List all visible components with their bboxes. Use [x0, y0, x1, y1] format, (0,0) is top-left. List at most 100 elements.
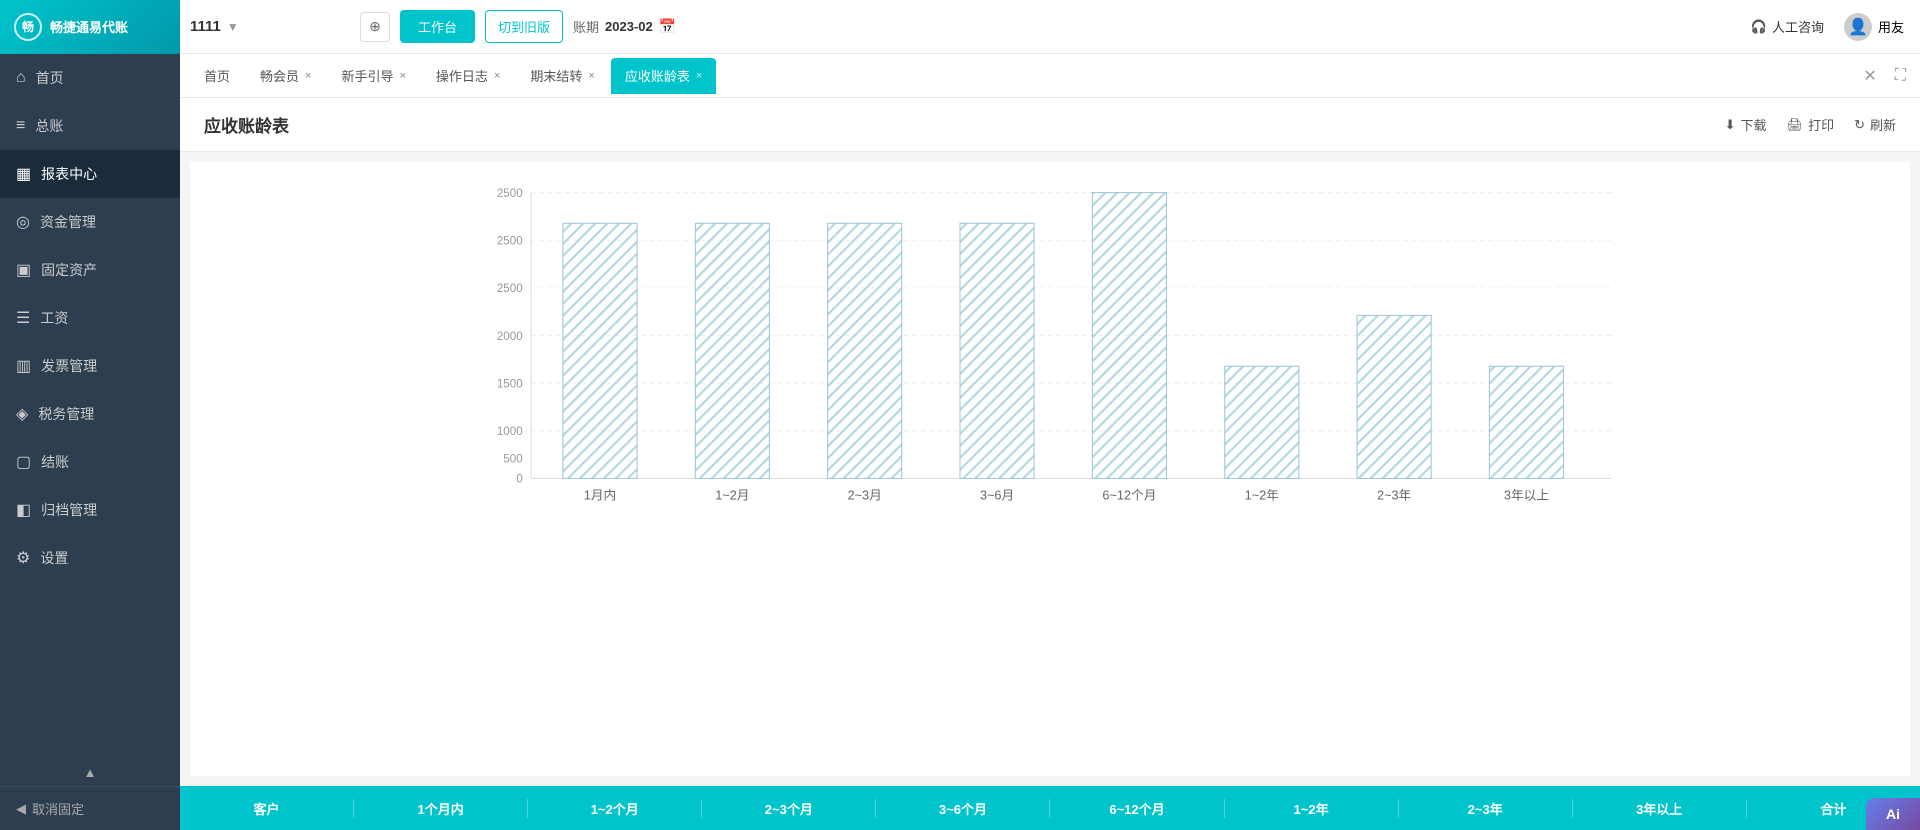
- company-selector[interactable]: 1111 ▼: [190, 18, 350, 35]
- tax-icon: ◈: [16, 404, 28, 424]
- consult-label: 人工咨询: [1772, 17, 1824, 36]
- tab-fullscreen-button[interactable]: ⛶: [1891, 63, 1910, 89]
- sidebar-scroll-down[interactable]: ▲: [0, 759, 180, 786]
- cancel-fixed-icon: ◀: [16, 801, 26, 817]
- assets-icon: ▣: [16, 260, 31, 280]
- svg-text:0: 0: [516, 473, 523, 486]
- sidebar: ⌂ 首页 ≡ 总账 ▦ 报表中心 ◎ 资金管理 ▣ 固定资产 ☰ 工资: [0, 54, 180, 830]
- tab-operation-log[interactable]: 操作日志 ×: [422, 58, 514, 94]
- top-header: 畅 畅捷通易代账 1111 ▼ ⊕ 工作台 切到旧版 账期 2023-02 📅 …: [0, 0, 1920, 54]
- tab-period-end-close[interactable]: ×: [588, 70, 594, 82]
- sidebar-scroll: ⌂ 首页 ≡ 总账 ▦ 报表中心 ◎ 资金管理 ▣ 固定资产 ☰ 工资: [0, 54, 180, 759]
- tab-aging-report[interactable]: 应收账龄表 ×: [611, 58, 716, 94]
- settlement-icon: ▢: [16, 452, 31, 472]
- sidebar-item-salary[interactable]: ☰ 工资: [0, 294, 180, 342]
- sidebar-item-fund-management[interactable]: ◎ 资金管理: [0, 198, 180, 246]
- user-area[interactable]: 👤 用友: [1844, 13, 1904, 41]
- tab-period-end-label: 期末结转: [530, 66, 582, 85]
- company-name: 1111: [190, 18, 221, 35]
- sidebar-item-archive[interactable]: ◧ 归档管理: [0, 486, 180, 534]
- footer-col-2-3year: 2~3年: [1399, 799, 1573, 818]
- sidebar-label-invoice: 发票管理: [41, 356, 97, 376]
- download-icon: ⬇: [1725, 117, 1736, 133]
- svg-text:1~2月: 1~2月: [715, 489, 749, 503]
- chart-container: 2500 2500 2500 2000 1500 1000 500 0: [210, 182, 1890, 542]
- sidebar-label-fixed-assets: 固定资产: [41, 260, 97, 280]
- period-area: 账期 2023-02 📅: [573, 17, 676, 36]
- svg-text:2500: 2500: [497, 282, 523, 295]
- ai-badge[interactable]: Ai: [1866, 798, 1920, 830]
- logo-area: 畅 畅捷通易代账: [0, 0, 180, 54]
- home-icon: ⌂: [16, 69, 26, 87]
- sidebar-label-salary: 工资: [40, 308, 68, 328]
- main-layout: ⌂ 首页 ≡ 总账 ▦ 报表中心 ◎ 资金管理 ▣ 固定资产 ☰ 工资: [0, 54, 1920, 830]
- svg-text:1500: 1500: [497, 377, 523, 390]
- sidebar-item-fixed-assets[interactable]: ▣ 固定资产: [0, 246, 180, 294]
- period-value: 2023-02: [605, 19, 653, 34]
- svg-text:3年以上: 3年以上: [1504, 489, 1549, 503]
- company-dropdown-icon: ▼: [227, 20, 239, 34]
- print-button[interactable]: 🖨 打印: [1787, 115, 1835, 134]
- tab-home[interactable]: 首页: [190, 58, 244, 94]
- svg-text:2~3年: 2~3年: [1377, 489, 1412, 503]
- sidebar-item-settings[interactable]: ⚙ 设置: [0, 534, 180, 582]
- workbench-button[interactable]: 工作台: [400, 10, 475, 43]
- tab-bar: 首页 畅会员 × 新手引导 × 操作日志 × 期末结转 × 应收账龄表 ×: [180, 54, 1920, 98]
- tab-aging-report-close[interactable]: ×: [696, 70, 702, 82]
- tab-guide[interactable]: 新手引导 ×: [327, 58, 419, 94]
- sidebar-label-settlement: 结账: [41, 452, 69, 472]
- refresh-button[interactable]: ↻ 刷新: [1854, 115, 1896, 134]
- page-header: 应收账龄表 ⬇ 下载 🖨 打印 ↻ 刷新: [180, 98, 1920, 152]
- tab-period-end[interactable]: 期末结转 ×: [516, 58, 608, 94]
- footer-col-3-6month: 3~6个月: [876, 799, 1050, 818]
- page-title: 应收账龄表: [204, 112, 289, 137]
- sidebar-item-invoice[interactable]: ▥ 发票管理: [0, 342, 180, 390]
- tab-operation-log-close[interactable]: ×: [494, 70, 500, 82]
- tab-guide-label: 新手引导: [341, 66, 393, 85]
- cancel-fixed-label: 取消固定: [32, 799, 84, 818]
- tab-close-all-button[interactable]: ✕: [1859, 62, 1880, 90]
- tab-home-label: 首页: [204, 66, 230, 85]
- header-right: 🎧 人工咨询 👤 用友: [1751, 13, 1904, 41]
- logo-icon: 畅: [14, 13, 42, 41]
- sidebar-item-general-ledger[interactable]: ≡ 总账: [0, 102, 180, 150]
- sidebar-item-tax[interactable]: ◈ 税务管理: [0, 390, 180, 438]
- download-button[interactable]: ⬇ 下载: [1725, 115, 1767, 134]
- footer-col-1-2month: 1~2个月: [528, 799, 702, 818]
- sidebar-item-settlement[interactable]: ▢ 结账: [0, 438, 180, 486]
- switch-version-button[interactable]: 切到旧版: [485, 10, 563, 43]
- page-content: 应收账龄表 ⬇ 下载 🖨 打印 ↻ 刷新: [180, 98, 1920, 786]
- sidebar-label-fund-management: 资金管理: [40, 212, 96, 232]
- period-label: 账期: [573, 17, 599, 36]
- svg-text:3~6月: 3~6月: [980, 489, 1014, 503]
- tab-bar-right: ✕ ⛶: [1859, 62, 1910, 90]
- svg-text:1~2年: 1~2年: [1245, 489, 1280, 503]
- footer-col-1-2year: 1~2年: [1225, 799, 1399, 818]
- tab-vip-close[interactable]: ×: [305, 70, 311, 82]
- sidebar-item-home[interactable]: ⌂ 首页: [0, 54, 180, 102]
- copy-button[interactable]: ⊕: [360, 12, 390, 42]
- report-icon: ▦: [16, 164, 31, 184]
- tab-vip[interactable]: 畅会员 ×: [246, 58, 325, 94]
- tab-guide-close[interactable]: ×: [399, 70, 405, 82]
- sidebar-label-general-ledger: 总账: [35, 116, 63, 136]
- cancel-fixed-button[interactable]: ◀ 取消固定: [0, 786, 180, 830]
- sidebar-label-tax: 税务管理: [38, 404, 94, 424]
- chart-wrapper: 2500 2500 2500 2000 1500 1000 500 0: [190, 162, 1910, 776]
- svg-text:500: 500: [503, 453, 523, 466]
- footer-col-1month: 1个月内: [354, 799, 528, 818]
- logo-text: 畅捷通易代账: [50, 17, 128, 36]
- consult-button[interactable]: 🎧 人工咨询: [1751, 17, 1824, 36]
- table-footer: 客户 1个月内 1~2个月 2~3个月 3~6个月 6~12个月 1~2年 2~…: [180, 786, 1920, 830]
- sidebar-item-report-center[interactable]: ▦ 报表中心: [0, 150, 180, 198]
- refresh-label: 刷新: [1870, 115, 1896, 134]
- print-label: 打印: [1808, 115, 1834, 134]
- calendar-icon[interactable]: 📅: [659, 18, 676, 35]
- svg-text:2000: 2000: [497, 330, 523, 343]
- download-label: 下载: [1741, 115, 1767, 134]
- footer-col-customer: 客户: [180, 799, 354, 818]
- sidebar-label-settings: 设置: [40, 548, 68, 568]
- tab-vip-label: 畅会员: [260, 66, 299, 85]
- tab-aging-report-label: 应收账龄表: [625, 66, 690, 85]
- svg-text:6~12个月: 6~12个月: [1102, 489, 1156, 503]
